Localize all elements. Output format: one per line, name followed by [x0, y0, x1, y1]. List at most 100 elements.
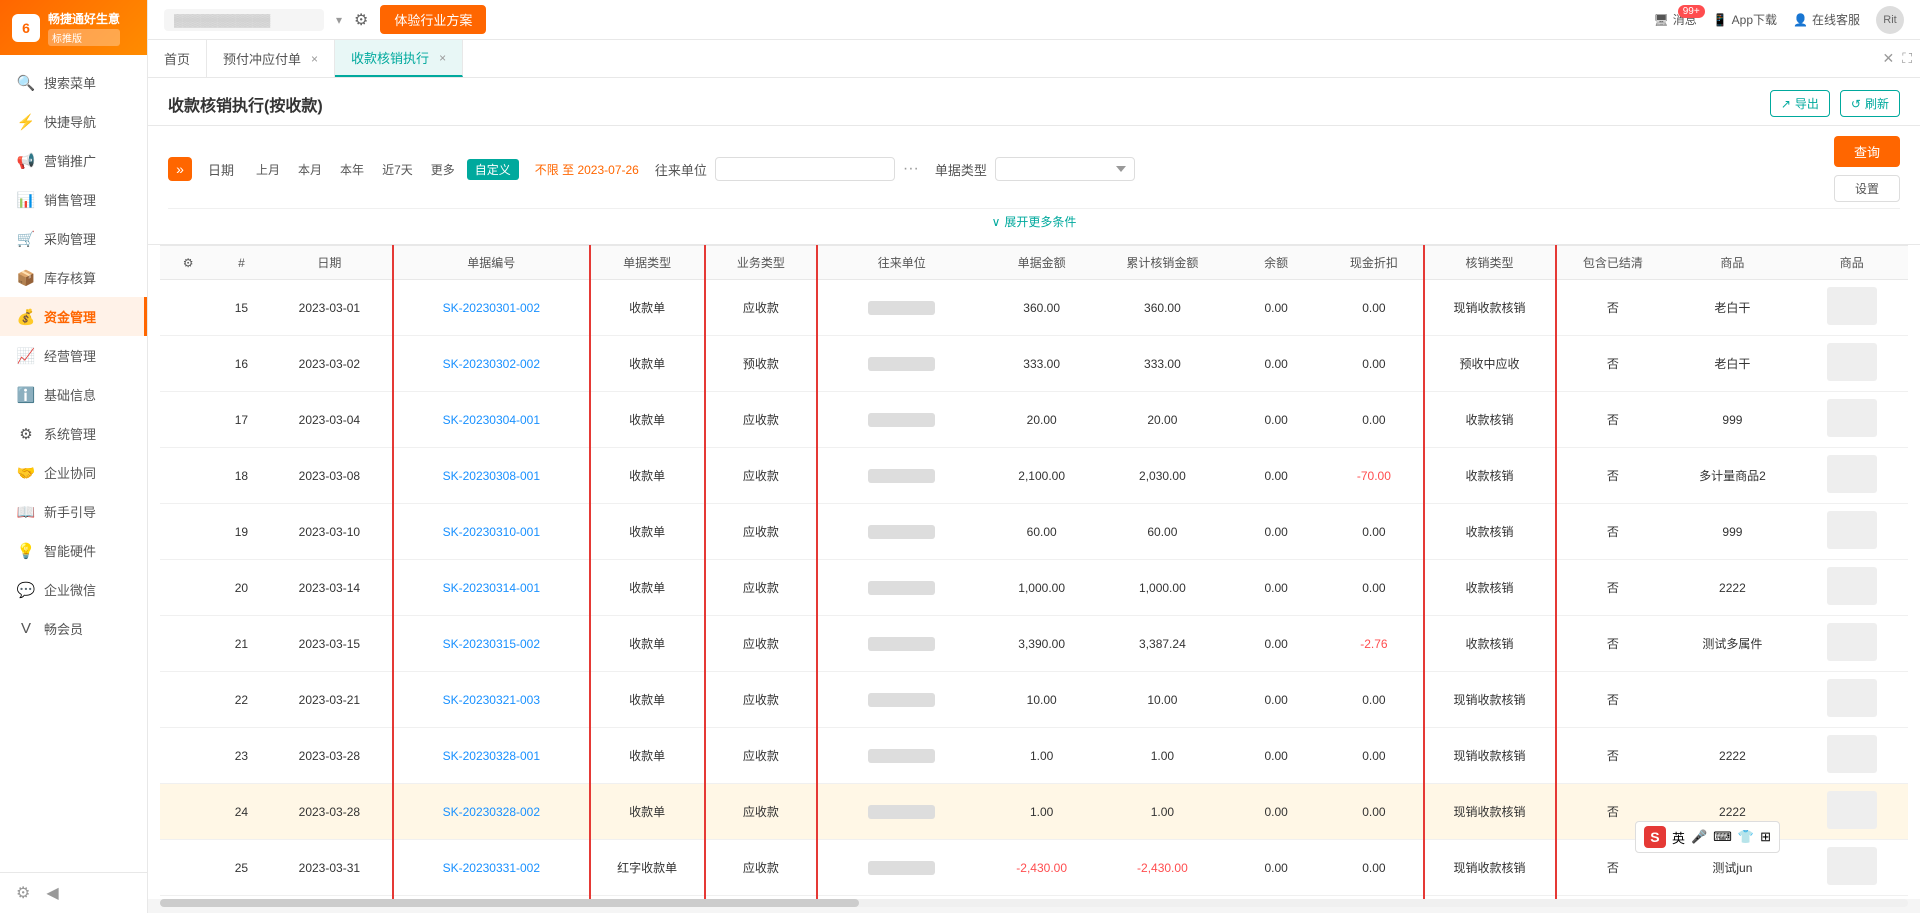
- watermark-keyboard-icon[interactable]: ⌨: [1713, 829, 1732, 845]
- tab-fullscreen-icon[interactable]: ⛶: [1902, 50, 1912, 67]
- topbar-message[interactable]: 🖥 消息 99+: [1653, 11, 1696, 28]
- date-btn-this-year[interactable]: 本年: [334, 159, 370, 180]
- tab-collection[interactable]: 收款核销执行 ×: [335, 40, 463, 77]
- sidebar-icon-13: 💬: [16, 581, 36, 599]
- sidebar-item-7[interactable]: 📈经营管理: [0, 336, 147, 375]
- td-num: 24: [216, 784, 267, 840]
- td-date: 2023-03-14: [267, 560, 393, 616]
- collapse-icon[interactable]: ◀: [46, 883, 58, 903]
- td-goods2: [1796, 728, 1908, 784]
- td-goods2: [1796, 336, 1908, 392]
- th-settings[interactable]: ⚙: [160, 246, 216, 280]
- tab-close-all-icon[interactable]: ✕: [1882, 50, 1894, 67]
- sidebar-item-10[interactable]: 🤝 企业协同: [0, 453, 147, 492]
- td-num: 25: [216, 840, 267, 896]
- sidebar-icon-4: 🛒: [16, 230, 36, 248]
- td-write-type: 现销收款核销: [1424, 672, 1556, 728]
- order-no-link[interactable]: SK-20230315-002: [443, 637, 540, 651]
- sidebar-logo-text: 畅捷通好生意 标推版: [48, 10, 120, 46]
- order-no-link[interactable]: SK-20230331-002: [443, 861, 540, 875]
- watermark-grid-icon[interactable]: ⊞: [1760, 829, 1771, 845]
- sidebar-item-4[interactable]: 🛒采购管理: [0, 219, 147, 258]
- topbar-app-download[interactable]: 📱 App下载: [1713, 11, 1777, 28]
- td-cum-write: 360.00: [1098, 280, 1227, 336]
- th-incl-settled: 包含已结清: [1556, 246, 1670, 280]
- counterpart-input[interactable]: [715, 157, 895, 181]
- td-order-no: SK-20230302-002: [393, 336, 590, 392]
- tab-collection-close[interactable]: ×: [439, 51, 446, 65]
- topbar-user-avatar[interactable]: Rit: [1876, 6, 1904, 34]
- sidebar-item-6[interactable]: 💰资金管理: [0, 297, 147, 336]
- tab-prepay[interactable]: 预付冲应付单 ×: [207, 40, 335, 77]
- sidebar-item-14[interactable]: V畅会员: [0, 609, 147, 648]
- topbar: ▓▓▓▓▓▓▓▓▓▓▓ ▾ ⚙ 体验行业方案 🖥 消息 99+ 📱 App下载 …: [148, 0, 1920, 40]
- td-bill-amt: 60.00: [986, 504, 1098, 560]
- td-biz-type: 应收款: [705, 448, 817, 504]
- td-balance: 0.00: [1227, 280, 1325, 336]
- bill-type-select[interactable]: [995, 157, 1135, 181]
- td-goods: 测试多属件: [1669, 616, 1795, 672]
- sidebar-item-11[interactable]: 📖新手引导: [0, 492, 147, 531]
- sidebar-logo: 6 畅捷通好生意 标推版: [0, 0, 147, 55]
- table-scrollbar[interactable]: [160, 899, 1908, 907]
- date-btn-custom[interactable]: 自定义: [467, 159, 519, 180]
- order-no-link[interactable]: SK-20230302-002: [443, 357, 540, 371]
- settings-icon[interactable]: ⚙: [16, 883, 30, 903]
- table-scrollbar-thumb[interactable]: [160, 899, 859, 907]
- query-button[interactable]: 查询: [1834, 136, 1900, 167]
- td-cash-disc: -70.00: [1325, 448, 1423, 504]
- sidebar-item-0[interactable]: 🔍搜索菜单: [0, 63, 147, 102]
- order-no-link[interactable]: SK-20230314-001: [443, 581, 540, 595]
- sidebar-icon-11: 📖: [16, 503, 36, 521]
- main-content: ▓▓▓▓▓▓▓▓▓▓▓ ▾ ⚙ 体验行业方案 🖥 消息 99+ 📱 App下载 …: [148, 0, 1920, 913]
- td-date: 2023-03-15: [267, 616, 393, 672]
- order-no-link[interactable]: SK-20230308-001: [443, 469, 540, 483]
- sidebar-item-9[interactable]: ⚙系统管理: [0, 414, 147, 453]
- date-btn-last-month[interactable]: 上月: [250, 159, 286, 180]
- tabbar-controls: ✕ ⛶: [1874, 40, 1920, 77]
- order-no-link[interactable]: SK-20230328-002: [443, 805, 540, 819]
- sidebar-icon-7: 📈: [16, 347, 36, 365]
- sidebar-item-1[interactable]: ⚡快捷导航: [0, 102, 147, 141]
- topbar-search-wrap[interactable]: ▓▓▓▓▓▓▓▓▓▓▓: [164, 9, 324, 31]
- td-cash-disc: 0.00: [1325, 784, 1423, 840]
- settings-button[interactable]: 设置: [1834, 175, 1900, 202]
- counterpart-more-dots[interactable]: ···: [903, 160, 919, 178]
- export-button[interactable]: ↗ 导出: [1770, 90, 1830, 117]
- order-no-link[interactable]: SK-20230328-001: [443, 749, 540, 763]
- topbar-online-service[interactable]: 👤 在线客服: [1793, 11, 1860, 28]
- topbar-gear-icon[interactable]: ⚙: [354, 10, 368, 30]
- order-no-link[interactable]: SK-20230310-001: [443, 525, 540, 539]
- sidebar-item-13[interactable]: 💬企业微信: [0, 570, 147, 609]
- td-cum-write: 1,000.00: [1098, 560, 1227, 616]
- refresh-button[interactable]: ↺ 刷新: [1840, 90, 1900, 117]
- tab-prepay-close[interactable]: ×: [311, 52, 318, 66]
- date-btn-7days[interactable]: 近7天: [376, 159, 419, 180]
- expand-button[interactable]: ∨ 展开更多条件: [992, 213, 1077, 230]
- td-settings: [160, 728, 216, 784]
- watermark-text: 英: [1672, 828, 1685, 847]
- order-no-link[interactable]: SK-20230321-003: [443, 693, 540, 707]
- topbar-dropdown-arrow[interactable]: ▾: [336, 13, 342, 27]
- date-btn-more[interactable]: 更多: [425, 159, 461, 180]
- sidebar-item-2[interactable]: 📢营销推广: [0, 141, 147, 180]
- td-num: 20: [216, 560, 267, 616]
- tab-home[interactable]: 首页: [148, 40, 207, 77]
- sidebar-icon-10: 🤝: [16, 464, 36, 482]
- watermark-shirt-icon[interactable]: 👕: [1738, 829, 1754, 845]
- date-btn-this-month[interactable]: 本月: [292, 159, 328, 180]
- td-biz-type: 应收款: [705, 504, 817, 560]
- sidebar-item-8[interactable]: ℹ️基础信息: [0, 375, 147, 414]
- topbar-search-icon: ▓▓▓▓▓▓▓▓▓▓▓: [174, 13, 270, 27]
- sidebar-item-12[interactable]: 💡智能硬件: [0, 531, 147, 570]
- watermark-mic-icon[interactable]: 🎤: [1691, 829, 1707, 845]
- order-no-link[interactable]: SK-20230304-001: [443, 413, 540, 427]
- sidebar-item-3[interactable]: 📊销售管理: [0, 180, 147, 219]
- solution-button[interactable]: 体验行业方案: [380, 5, 486, 34]
- sidebar-item-5[interactable]: 📦库存核算: [0, 258, 147, 297]
- td-bill-type: 收款单: [590, 448, 705, 504]
- td-counterpart: [817, 280, 985, 336]
- filter-toggle-button[interactable]: »: [168, 157, 192, 181]
- order-no-link[interactable]: SK-20230301-002: [443, 301, 540, 315]
- sidebar-label-10: 企业协同: [44, 463, 96, 482]
